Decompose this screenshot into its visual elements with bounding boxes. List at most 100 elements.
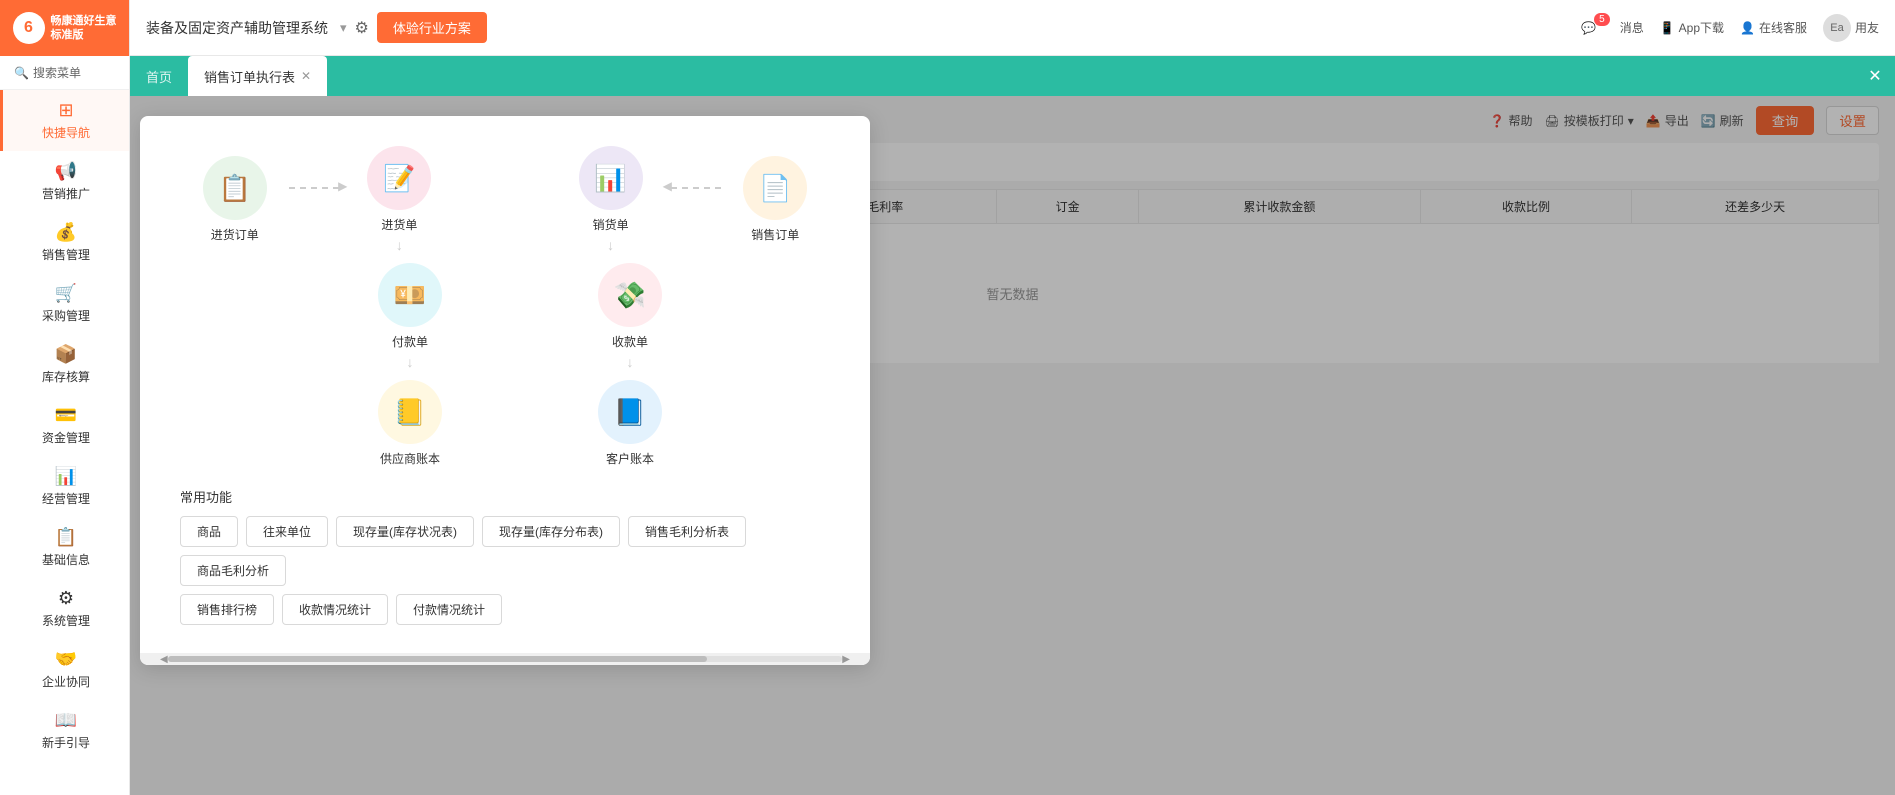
avatar: Ea	[1823, 14, 1851, 42]
sales-order-label: 销售订单	[751, 226, 799, 243]
quick-nav-icon: ⊞	[58, 100, 73, 121]
message-item[interactable]: 💬 5 消息	[1581, 19, 1644, 36]
common-btn-3[interactable]: 现存量(库存分布表)	[482, 516, 620, 547]
supplier-ledger-node: 📒 供应商账本	[350, 380, 470, 467]
common-btn-2[interactable]: 现存量(库存状况表)	[336, 516, 474, 547]
common-btn-6[interactable]: 销售排行榜	[180, 594, 274, 625]
receipt-bill-icon: 💸	[614, 280, 646, 311]
arrow-1	[289, 187, 339, 213]
common-btn-0[interactable]: 商品	[180, 516, 238, 547]
sidebar-item-marketing[interactable]: 📢营销推广	[0, 151, 129, 212]
system-icon: ⚙	[58, 588, 74, 609]
user-label: 用友	[1855, 19, 1879, 36]
quick-nav-label: 快捷导航	[42, 124, 90, 141]
sidebar-item-finance[interactable]: 💳资金管理	[0, 395, 129, 456]
settings-icon[interactable]: ⚙	[355, 18, 369, 38]
common-section: 常用功能 商品往来单位现存量(库存状况表)现存量(库存分布表)销售毛利分析表商品…	[140, 487, 870, 653]
arrow-line-2	[671, 187, 721, 189]
experience-button[interactable]: 体验行业方案	[377, 12, 487, 43]
tab-close-icon[interactable]: ✕	[301, 69, 311, 83]
sales-label: 销售管理	[42, 246, 90, 263]
sidebar-item-quick-nav[interactable]: ⊞ 快捷导航	[0, 90, 129, 151]
common-btn-8[interactable]: 付款情况统计	[396, 594, 502, 625]
sales-bill-circle: 📊	[579, 146, 643, 210]
tab-首页[interactable]: 首页	[130, 56, 188, 96]
receipt-bill-circle: 💸	[598, 263, 662, 327]
customer-ledger-label: 客户账本	[606, 450, 654, 467]
popup-scrollbar: ◀ ▶	[140, 653, 870, 665]
purchase-bill-icon: 📝	[383, 163, 415, 194]
sidebar-item-collaboration[interactable]: 🤝企业协同	[0, 639, 129, 700]
common-btn-7[interactable]: 收款情况统计	[282, 594, 388, 625]
tab-label: 销售订单执行表	[204, 67, 295, 86]
logo-line1: 畅康通好生意	[51, 14, 117, 28]
online-service-label: 在线客服	[1759, 19, 1807, 36]
sales-icon: 💰	[55, 222, 77, 243]
sidebar-item-operations[interactable]: 📊经营管理	[0, 456, 129, 517]
popup-overlay: 📋 进货订单 📝	[130, 96, 1895, 795]
purchase-icon: 🛒	[55, 283, 77, 304]
purchase-order-label: 进货订单	[211, 226, 259, 243]
dropdown-icon[interactable]: ▾	[340, 20, 347, 36]
finance-icon: 💳	[55, 405, 77, 426]
inventory-icon: 📦	[55, 344, 77, 365]
payment-bill-label: 付款单	[392, 333, 428, 350]
sales-order-circle: 📄	[743, 156, 807, 220]
logo-icon: 6	[13, 12, 45, 44]
search-menu[interactable]: 🔍 搜索菜单	[0, 56, 129, 90]
tab-bar: 首页 销售订单执行表 ✕ ✕	[130, 56, 1895, 96]
tab-label: 首页	[146, 67, 172, 86]
flow-row-3: 📒 供应商账本 📘 客户账本	[180, 380, 830, 467]
scroll-right-arrow[interactable]: ▶	[842, 654, 850, 665]
tab-销售订单执行表[interactable]: 销售订单执行表 ✕	[188, 56, 327, 96]
arrow-down-4: ↓	[627, 354, 634, 370]
common-btn-5[interactable]: 商品毛利分析	[180, 555, 286, 586]
common-btn-1[interactable]: 往来单位	[246, 516, 328, 547]
sidebar-item-inventory[interactable]: 📦库存核算	[0, 334, 129, 395]
sidebar-item-system[interactable]: ⚙ 系统管理	[0, 578, 129, 639]
content-area: ❓ 帮助 🖨 按模板打印 ▾ 📤 导出 🔄 刷新 查询 设置	[130, 96, 1895, 795]
arrow-2	[671, 187, 721, 213]
scrollbar-track[interactable]	[168, 656, 843, 662]
common-btn-4[interactable]: 销售毛利分析表	[628, 516, 746, 547]
arrow-down-3: ↓	[407, 354, 414, 370]
receipt-bill-column: 💸 收款单 ↓	[570, 263, 690, 370]
sales-bill-node: 📊 销货单	[551, 146, 671, 233]
supplier-ledger-circle: 📒	[378, 380, 442, 444]
purchase-label: 采购管理	[42, 307, 90, 324]
payment-bill-icon: 💴	[394, 280, 426, 311]
purchase-bill-column: 📝 进货单 ↓	[339, 146, 459, 253]
sidebar-item-purchase[interactable]: 🛒 采购管理	[0, 273, 129, 334]
purchase-bill-circle: 📝	[367, 146, 431, 210]
sales-bill-column: 📊 销货单 ↓	[551, 146, 671, 253]
purchase-bill-node: 📝 进货单	[339, 146, 459, 233]
sidebar-item-basic-info[interactable]: 📋 基础信息	[0, 517, 129, 578]
flow-row-2: 💴 付款单 ↓ 💸	[180, 263, 830, 370]
guide-label: 新手引导	[42, 734, 90, 751]
receipt-bill-label: 收款单	[612, 333, 648, 350]
user-item[interactable]: Ea 用友	[1823, 14, 1879, 42]
system-label: 系统管理	[42, 612, 90, 629]
supplier-ledger-label: 供应商账本	[380, 450, 440, 467]
sidebar-item-guide[interactable]: 📖 新手引导	[0, 700, 129, 761]
purchase-order-node: 📋 进货订单	[180, 156, 289, 243]
customer-ledger-icon: 📘	[614, 397, 646, 428]
logo-text: 畅康通好生意 标准版	[51, 14, 117, 43]
guide-icon: 📖	[55, 710, 77, 731]
service-icon: 👤	[1740, 21, 1755, 35]
common-btns-row2: 销售排行榜收款情况统计付款情况统计	[180, 594, 830, 625]
online-service-item[interactable]: 👤 在线客服	[1740, 19, 1807, 36]
top-header: 装备及固定资产辅助管理系统 ▾ ⚙ 体验行业方案 💬 5 消息 📱 App下载 …	[130, 0, 1895, 56]
tab-bar-close[interactable]: ✕	[1855, 56, 1895, 96]
app-download-item[interactable]: 📱 App下载	[1660, 19, 1724, 36]
customer-ledger-node: 📘 客户账本	[570, 380, 690, 467]
marketing-icon: 📢	[55, 161, 77, 182]
flow-row-1: 📋 进货订单 📝	[180, 146, 830, 253]
sidebar-item-sales[interactable]: 💰 销售管理	[0, 212, 129, 273]
scroll-left-arrow[interactable]: ◀	[160, 654, 168, 665]
sales-order-node: 📄 销售订单	[721, 156, 830, 243]
basic-info-icon: 📋	[55, 527, 77, 548]
basic-info-label: 基础信息	[42, 551, 90, 568]
sidebar: 6 畅康通好生意 标准版 🔍 搜索菜单 ⊞ 快捷导航 📢营销推广 💰 销售管理 🛒 采购管理…	[0, 0, 130, 795]
sales-bill-label: 销货单	[593, 216, 629, 233]
